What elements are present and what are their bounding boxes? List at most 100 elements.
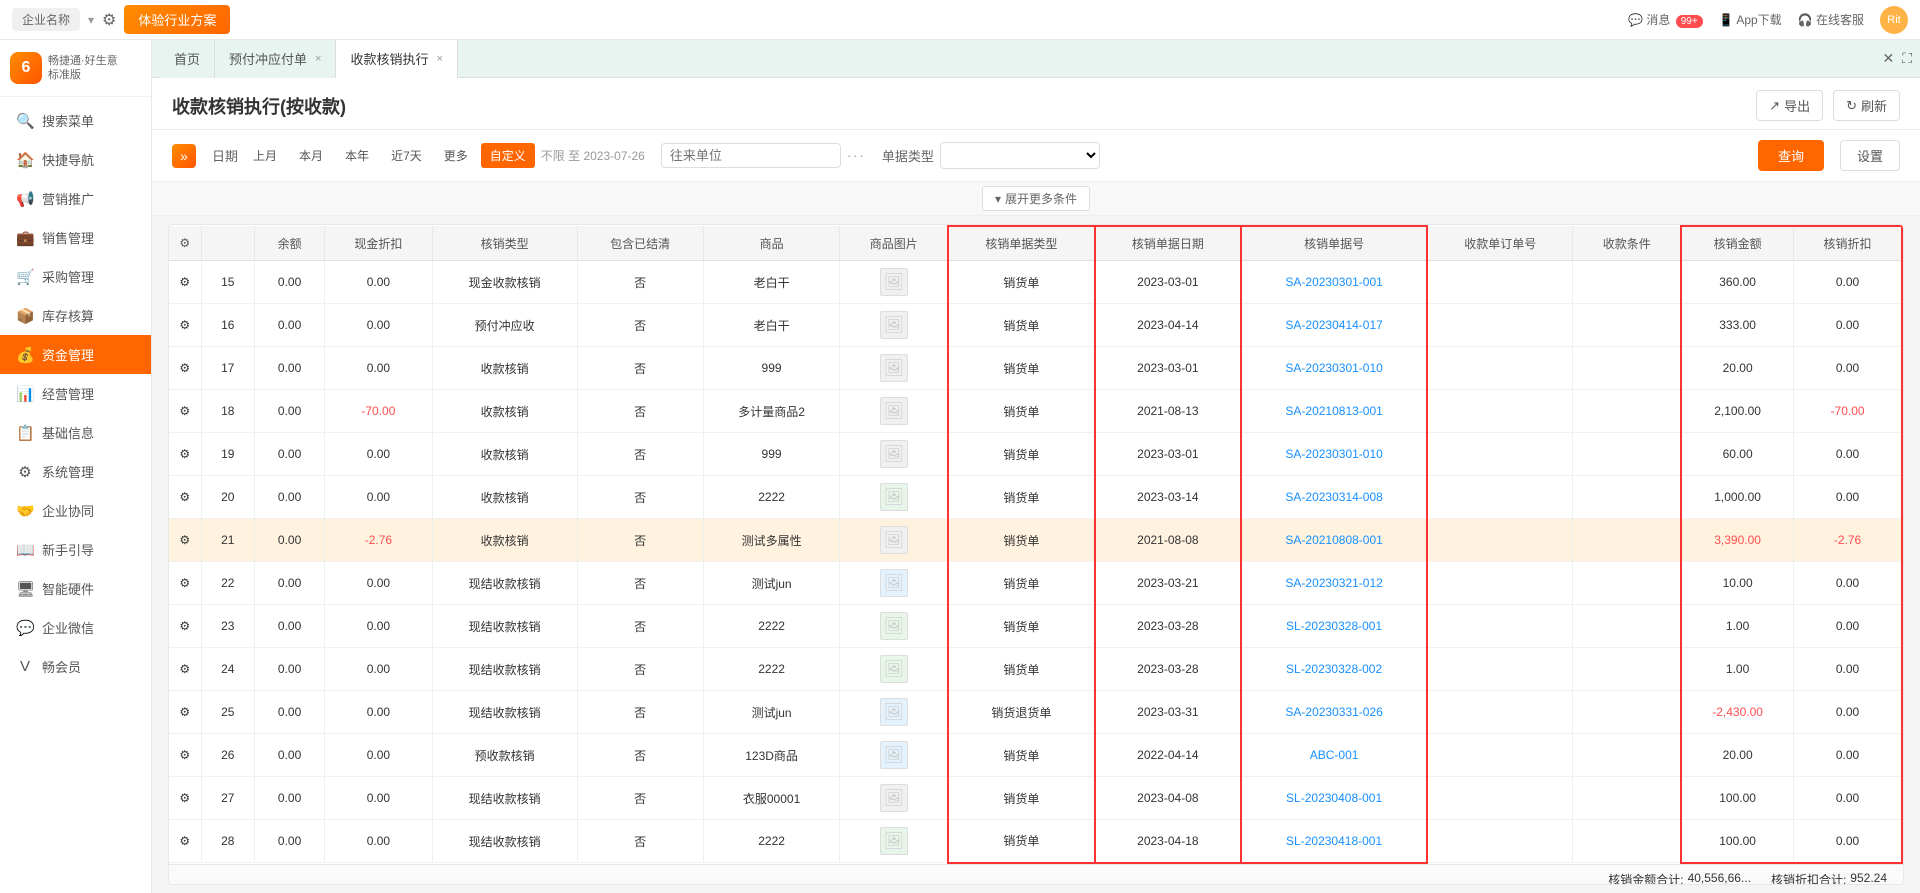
row-gear-icon[interactable]: ⚙ <box>179 447 190 461</box>
cell-bill-type: 销货单 <box>948 304 1094 347</box>
table-row: ⚙ 24 0.00 0.00 现结收款核销 否 2222 🖼 销货单 2023-… <box>169 648 1902 691</box>
cell-gear[interactable]: ⚙ <box>169 777 201 820</box>
sidebar-item-guide[interactable]: 📖新手引导 <box>0 530 151 569</box>
finance-icon: 💰 <box>16 346 34 364</box>
sidebar-item-basic[interactable]: 📋基础信息 <box>0 413 151 452</box>
sidebar-item-sales[interactable]: 💼销售管理 <box>0 218 151 257</box>
goods-image: 🖼 <box>880 440 908 468</box>
row-gear-icon[interactable]: ⚙ <box>179 361 190 375</box>
settings-icon[interactable]: ⚙ <box>102 10 116 30</box>
bill-no-link[interactable]: SA-20210813-001 <box>1285 404 1382 418</box>
bill-no-link[interactable]: SA-20230301-001 <box>1285 275 1382 289</box>
sidebar-item-inventory[interactable]: 📦库存核算 <box>0 296 151 335</box>
row-gear-icon[interactable]: ⚙ <box>179 705 190 719</box>
row-gear-icon[interactable]: ⚙ <box>179 318 190 332</box>
cell-gear[interactable]: ⚙ <box>169 691 201 734</box>
row-gear-icon[interactable]: ⚙ <box>179 275 190 289</box>
row-gear-icon[interactable]: ⚙ <box>179 533 190 547</box>
cell-goods-img: 🖼 <box>840 562 948 605</box>
cell-goods-img: 🖼 <box>840 476 948 519</box>
query-button[interactable]: 查询 <box>1758 140 1824 171</box>
solution-button[interactable]: 体验行业方案 <box>124 5 230 34</box>
cell-gear[interactable]: ⚙ <box>169 605 201 648</box>
cell-verify-type: 预付冲应收 <box>432 304 577 347</box>
online-service[interactable]: 🎧 在线客服 <box>1798 11 1864 28</box>
bill-no-link[interactable]: ABC-001 <box>1310 748 1359 762</box>
row-gear-icon[interactable]: ⚙ <box>179 834 190 848</box>
sidebar-item-search[interactable]: 🔍搜索菜单 <box>0 101 151 140</box>
sidebar-item-enterprise[interactable]: 🤝企业协同 <box>0 491 151 530</box>
bill-no-link[interactable]: SA-20230331-026 <box>1285 705 1382 719</box>
this-year-btn[interactable]: 本年 <box>336 143 378 168</box>
refresh-button[interactable]: ↻ 刷新 <box>1833 90 1900 121</box>
sidebar-item-shortcut[interactable]: 🏠快捷导航 <box>0 140 151 179</box>
app-download[interactable]: 📱 App下载 <box>1719 11 1782 28</box>
bill-no-link[interactable]: SL-20230328-001 <box>1286 619 1382 633</box>
bill-no-link[interactable]: SA-20230301-010 <box>1285 361 1382 375</box>
cell-verify-amount: 20.00 <box>1681 734 1794 777</box>
close-window-icon[interactable]: ✕ <box>1882 50 1894 67</box>
counterparty-dots[interactable]: ··· <box>847 148 866 163</box>
date-range: 不限 至 2023-07-26 <box>541 147 645 164</box>
message-area[interactable]: 💬 消息 99+ <box>1628 11 1703 28</box>
sidebar-item-operation[interactable]: 📊经营管理 <box>0 374 151 413</box>
bill-no-link[interactable]: SL-20230328-002 <box>1286 662 1382 676</box>
cell-gear[interactable]: ⚙ <box>169 304 201 347</box>
cell-seq: 22 <box>201 562 255 605</box>
cell-gear[interactable]: ⚙ <box>169 734 201 777</box>
col-verify-amount: 核销金额 <box>1681 226 1794 261</box>
row-gear-icon[interactable]: ⚙ <box>179 619 190 633</box>
gear-icon[interactable]: ⚙ <box>179 236 190 250</box>
cell-gear[interactable]: ⚙ <box>169 519 201 562</box>
cell-gear[interactable]: ⚙ <box>169 347 201 390</box>
sidebar-item-wechat[interactable]: 💬企业微信 <box>0 608 151 647</box>
tab-prepay-close[interactable]: × <box>315 53 321 65</box>
filter-expand-button[interactable]: » <box>172 144 196 168</box>
more-btn[interactable]: 更多 <box>435 143 477 168</box>
row-gear-icon[interactable]: ⚙ <box>179 791 190 805</box>
cell-gear[interactable]: ⚙ <box>169 562 201 605</box>
last-month-btn[interactable]: 上月 <box>244 143 286 168</box>
expand-more-button[interactable]: ▾ 展开更多条件 <box>982 186 1090 211</box>
cell-gear[interactable]: ⚙ <box>169 390 201 433</box>
tab-prepay[interactable]: 预付冲应付单 × <box>215 40 336 78</box>
bill-no-link[interactable]: SL-20230408-001 <box>1286 791 1382 805</box>
bill-no-link[interactable]: SA-20230301-010 <box>1285 447 1382 461</box>
export-button[interactable]: ↗ 导出 <box>1756 90 1823 121</box>
cell-gear[interactable]: ⚙ <box>169 261 201 304</box>
counterparty-input[interactable] <box>661 143 841 168</box>
row-gear-icon[interactable]: ⚙ <box>179 576 190 590</box>
row-gear-icon[interactable]: ⚙ <box>179 748 190 762</box>
user-avatar[interactable]: Rit <box>1880 6 1908 34</box>
bill-no-link[interactable]: SA-20230314-008 <box>1285 490 1382 504</box>
filter-settings-button[interactable]: 设置 <box>1840 140 1900 171</box>
dropdown-icon[interactable]: ▾ <box>88 13 94 27</box>
sidebar-item-purchase[interactable]: 🛒采购管理 <box>0 257 151 296</box>
bill-no-link[interactable]: SL-20230418-001 <box>1286 834 1382 848</box>
cell-gear[interactable]: ⚙ <box>169 820 201 863</box>
row-gear-icon[interactable]: ⚙ <box>179 662 190 676</box>
maximize-icon[interactable]: ⛶ <box>1902 50 1912 67</box>
sidebar-item-member[interactable]: V畅会员 <box>0 647 151 686</box>
tab-receipt-close[interactable]: × <box>436 53 442 65</box>
cell-gear[interactable]: ⚙ <box>169 476 201 519</box>
company-name[interactable]: 企业名称 <box>12 8 80 31</box>
sidebar-item-system[interactable]: ⚙系统管理 <box>0 452 151 491</box>
bill-no-link[interactable]: SA-20210808-001 <box>1285 533 1382 547</box>
col-goods: 商品 <box>703 226 840 261</box>
bill-no-link[interactable]: SA-20230321-012 <box>1285 576 1382 590</box>
custom-btn[interactable]: 自定义 <box>481 143 535 168</box>
cell-gear[interactable]: ⚙ <box>169 648 201 691</box>
cell-gear[interactable]: ⚙ <box>169 433 201 476</box>
sidebar-item-hardware[interactable]: 🖥智能硬件 <box>0 569 151 608</box>
last7-btn[interactable]: 近7天 <box>382 143 431 168</box>
row-gear-icon[interactable]: ⚙ <box>179 490 190 504</box>
bill-type-select[interactable] <box>940 142 1100 169</box>
sidebar-item-marketing[interactable]: 📢营销推广 <box>0 179 151 218</box>
bill-no-link[interactable]: SA-20230414-017 <box>1285 318 1382 332</box>
tab-home[interactable]: 首页 <box>160 40 215 78</box>
tab-receipt[interactable]: 收款核销执行 × <box>336 40 457 78</box>
sidebar-item-finance[interactable]: 💰资金管理 <box>0 335 151 374</box>
row-gear-icon[interactable]: ⚙ <box>179 404 190 418</box>
this-month-btn[interactable]: 本月 <box>290 143 332 168</box>
